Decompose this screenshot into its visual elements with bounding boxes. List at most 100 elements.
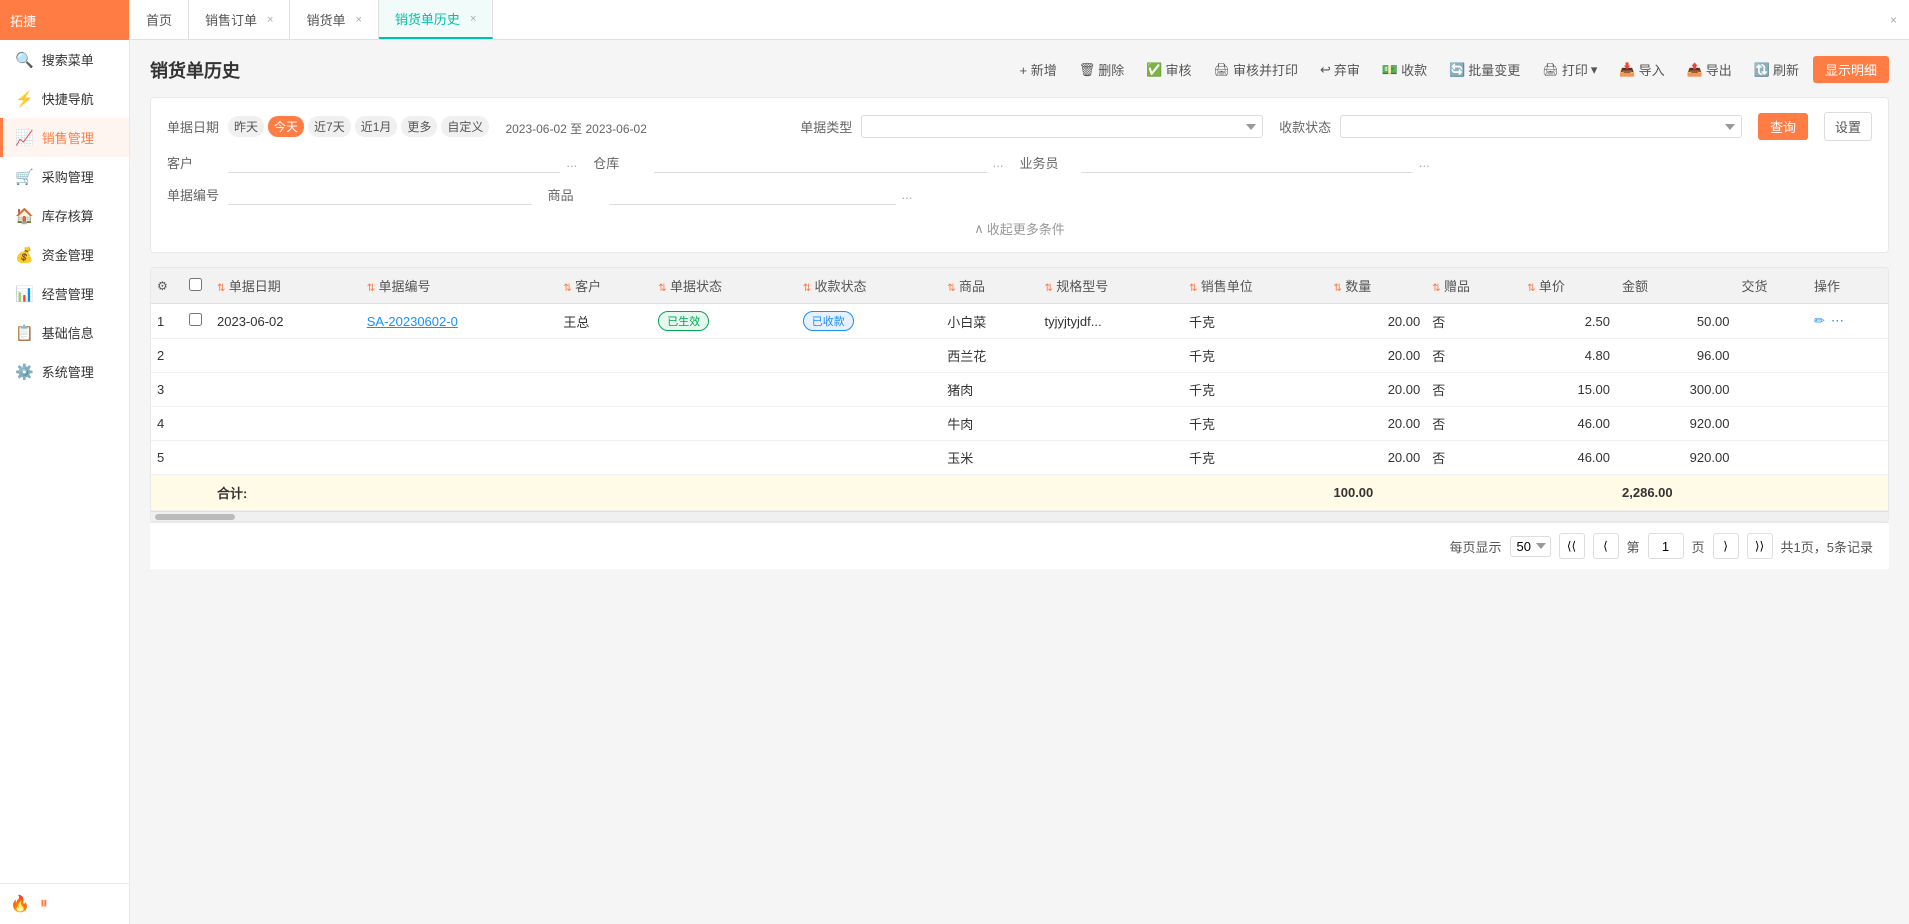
date-tag-yesterday[interactable]: 昨天	[228, 116, 264, 137]
review-button[interactable]: ✅ 审核	[1138, 56, 1199, 83]
th-qty[interactable]: ⇅ 数量	[1328, 268, 1427, 304]
doc-type-select[interactable]	[861, 115, 1263, 138]
row-doc-status: 已生效	[652, 304, 796, 339]
th-doc-no[interactable]: ⇅ 单据编号	[361, 268, 558, 304]
th-gift[interactable]: ⇅ 赠品	[1426, 268, 1521, 304]
horizontal-scrollbar[interactable]	[151, 511, 1888, 521]
next-page-btn[interactable]: ⟩	[1713, 533, 1739, 559]
export-button[interactable]: 📤 导出	[1679, 56, 1740, 83]
tab-sales-order[interactable]: 销售订单 ×	[189, 0, 290, 39]
tab-sales-history[interactable]: 销货单历史 ×	[379, 0, 493, 39]
close-all-tabs-btn[interactable]: ×	[1878, 0, 1909, 39]
date-filter-label: 单据日期	[167, 117, 222, 136]
review-print-button[interactable]: 🖨 审核并打印	[1205, 56, 1306, 83]
row-checkbox[interactable]	[183, 441, 211, 475]
th-doc-date[interactable]: ⇅ 单据日期	[211, 268, 361, 304]
sidebar-item-purchase[interactable]: 🛒 采购管理	[0, 157, 129, 196]
tab-label: 销售订单	[205, 10, 257, 29]
sidebar-item-label: 资金管理	[42, 245, 94, 264]
sidebar-item-inventory[interactable]: 🏠 库存核算	[0, 196, 129, 235]
th-settings[interactable]: ⚙	[151, 268, 183, 304]
th-spec[interactable]: ⇅ 规格型号	[1039, 268, 1183, 304]
date-tag-custom[interactable]: 自定义	[441, 116, 489, 137]
filter-row-1: 单据日期 昨天 今天 近7天 近1月 更多 自定义 2023-06-02 至 2…	[167, 112, 1872, 141]
tab-home[interactable]: 首页	[130, 0, 189, 39]
query-button[interactable]: 查询	[1758, 113, 1808, 140]
date-tag-today[interactable]: 今天	[268, 116, 304, 137]
th-payment-status[interactable]: ⇅ 收款状态	[797, 268, 941, 304]
payment-status-select[interactable]	[1340, 115, 1742, 138]
salesperson-picker-btn[interactable]: ...	[1419, 155, 1430, 170]
tab-sales-delivery[interactable]: 销货单 ×	[290, 0, 378, 39]
row-spec	[1039, 407, 1183, 441]
row-index: 1	[151, 304, 183, 339]
filter-row-2: 客户 ... 仓库 ... 业务员 ...	[167, 151, 1872, 173]
date-tag-more[interactable]: 更多	[401, 116, 437, 137]
page-number-input[interactable]	[1648, 533, 1684, 559]
total-label	[151, 475, 211, 511]
sidebar-item-system[interactable]: ⚙️ 系统管理	[0, 352, 129, 391]
th-goods[interactable]: ⇅ 商品	[941, 268, 1038, 304]
warehouse-picker-btn[interactable]: ...	[993, 155, 1004, 170]
goods-input[interactable]	[609, 183, 896, 205]
import-button[interactable]: 📥 导入	[1611, 56, 1672, 83]
import-label: 导入	[1639, 60, 1665, 79]
row-unit: 千克	[1183, 407, 1327, 441]
th-price[interactable]: ⇅ 单价	[1521, 268, 1616, 304]
date-tag-7days[interactable]: 近7天	[308, 116, 351, 137]
sidebar-item-search[interactable]: 🔍 搜索菜单	[0, 40, 129, 79]
collapse-filter-btn[interactable]: ∧ 收起更多条件	[167, 215, 1872, 238]
prev-page-btn[interactable]: ⟨	[1593, 533, 1619, 559]
th-unit[interactable]: ⇅ 销售单位	[1183, 268, 1327, 304]
row-checkbox[interactable]	[183, 373, 211, 407]
date-tag-1month[interactable]: 近1月	[355, 116, 398, 137]
refresh-button[interactable]: 🔃 刷新	[1746, 56, 1807, 83]
row-checkbox[interactable]	[183, 339, 211, 373]
row-customer	[557, 339, 652, 373]
customer-input[interactable]	[228, 151, 560, 173]
row-checkbox[interactable]	[183, 407, 211, 441]
batch-change-button[interactable]: 🔄 批量变更	[1441, 56, 1528, 83]
new-button[interactable]: + 新增	[1012, 56, 1065, 83]
more-icon[interactable]: ⋯	[1831, 313, 1844, 329]
th-customer[interactable]: ⇅ 客户	[557, 268, 652, 304]
collect-button[interactable]: 💵 收款	[1374, 56, 1435, 83]
tab-close-btn[interactable]: ×	[267, 14, 273, 26]
row-doc-status	[652, 339, 796, 373]
fire-icon[interactable]: 🔥	[10, 894, 30, 914]
select-all-checkbox[interactable]	[189, 278, 202, 291]
delete-button[interactable]: 🗑 删除	[1071, 56, 1133, 83]
docno-input[interactable]	[228, 183, 532, 205]
show-detail-button[interactable]: 显示明细	[1813, 56, 1889, 83]
row-doc-no[interactable]: SA-20230602-0	[361, 304, 558, 339]
per-page-select[interactable]: 50	[1510, 536, 1551, 557]
th-doc-status[interactable]: ⇅ 单据状态	[652, 268, 796, 304]
th-checkbox[interactable]	[183, 268, 211, 304]
last-page-btn[interactable]: ⟩⟩	[1747, 533, 1773, 559]
first-page-btn[interactable]: ⟨⟨	[1559, 533, 1585, 559]
th-trade: 交货	[1735, 268, 1808, 304]
date-range-text: 2023-06-02 至 2023-06-02	[505, 120, 646, 137]
scrollbar-thumb[interactable]	[155, 514, 235, 520]
sidebar-item-sales[interactable]: 📈 销售管理	[0, 118, 129, 157]
filter-panel: 单据日期 昨天 今天 近7天 近1月 更多 自定义 2023-06-02 至 2…	[150, 97, 1889, 253]
goods-picker-btn[interactable]: ...	[902, 187, 913, 202]
abandon-button[interactable]: ↩ 弃审	[1312, 56, 1368, 83]
tab-close-btn[interactable]: ×	[355, 14, 361, 26]
customer-picker-btn[interactable]: ...	[566, 155, 577, 170]
sidebar-item-operations[interactable]: 📊 经营管理	[0, 274, 129, 313]
row-doc-date	[211, 407, 361, 441]
pause-icon[interactable]: ⏸	[40, 895, 48, 913]
warehouse-input[interactable]	[654, 151, 986, 173]
row-checkbox[interactable]	[183, 304, 211, 339]
sidebar-item-basic[interactable]: 📋 基础信息	[0, 313, 129, 352]
salesperson-input[interactable]	[1081, 151, 1413, 173]
tab-close-btn[interactable]: ×	[470, 13, 476, 25]
settings-button[interactable]: 设置	[1824, 112, 1872, 141]
sidebar-item-quick-nav[interactable]: ⚡ 快捷导航	[0, 79, 129, 118]
edit-icon[interactable]: ✏	[1814, 313, 1825, 329]
print-button[interactable]: 🖨 打印 ▾	[1534, 56, 1605, 83]
row-select-checkbox[interactable]	[189, 313, 202, 326]
row-goods: 牛肉	[941, 407, 1038, 441]
sidebar-item-finance[interactable]: 💰 资金管理	[0, 235, 129, 274]
